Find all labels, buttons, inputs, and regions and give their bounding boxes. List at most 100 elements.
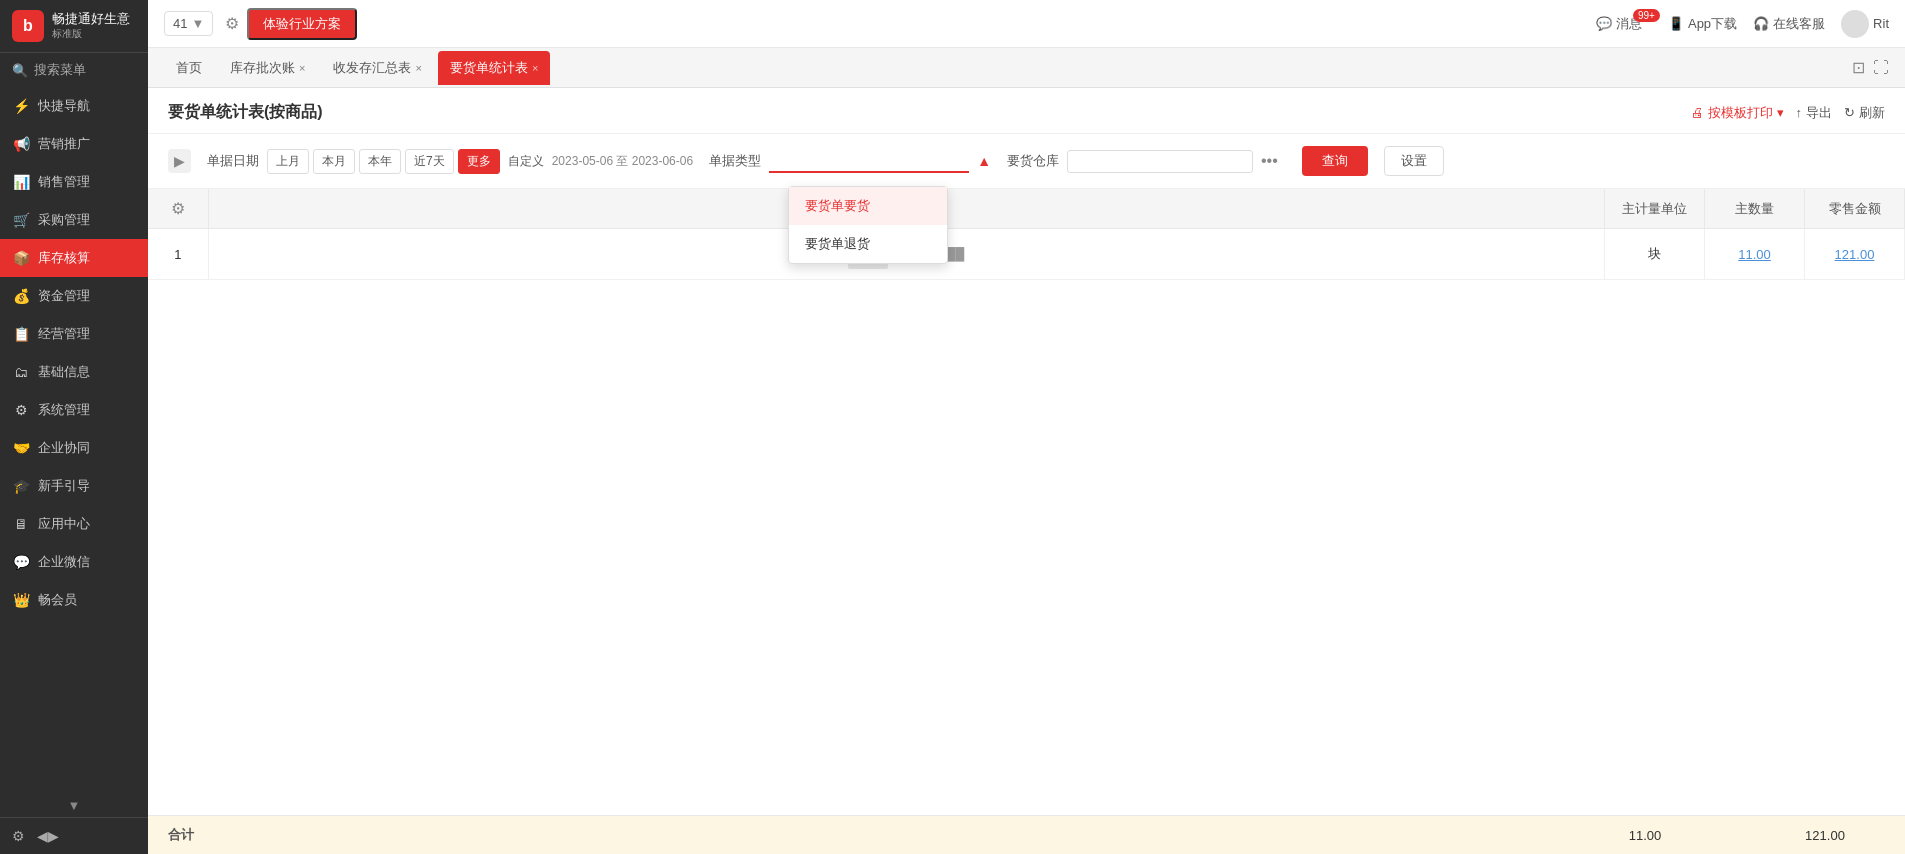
export-btn[interactable]: ↑ 导出 (1796, 104, 1833, 122)
warehouse-more-icon[interactable]: ••• (1261, 152, 1278, 170)
logo-text-area: 畅捷通好生意 标准版 (52, 11, 130, 41)
tab-restore-icon[interactable]: ⊡ (1852, 58, 1865, 77)
tabs-bar: 首页 库存批次账 × 收发存汇总表 × 要货单统计表 × ⊡ ⛶ (148, 48, 1905, 88)
tabs-right-actions: ⊡ ⛶ (1852, 58, 1889, 77)
user-avatar-area[interactable]: Rit (1841, 10, 1889, 38)
sidebar-item-basic-info[interactable]: 🗂 基础信息 (0, 353, 148, 391)
refresh-btn[interactable]: ↻ 刷新 (1844, 104, 1885, 122)
logo-icon: b (12, 10, 44, 42)
appcenter-icon: 🖥 (12, 516, 30, 532)
query-btn[interactable]: 查询 (1302, 146, 1368, 176)
main-area: 41 ▼ ⚙ 体验行业方案 💬 消息 99+ 📱 App下载 🎧 在线客服 (148, 0, 1905, 854)
table-row: 1 ████████ 块 11.00 (148, 229, 1905, 280)
app-version: 标准版 (52, 27, 130, 41)
template-print-btn[interactable]: 🖨 按模板打印 ▾ (1691, 104, 1784, 122)
vip-icon: 👑 (12, 592, 30, 608)
store-selector[interactable]: 41 ▼ (164, 11, 213, 36)
dropdown-option-1[interactable]: 要货单退货 (789, 225, 947, 263)
date-btn-this-year[interactable]: 本年 (359, 149, 401, 174)
sidebar-item-newguide[interactable]: 🎓 新手引导 (0, 467, 148, 505)
settings-btn[interactable]: ⚙ (12, 828, 25, 844)
tab-close-icon[interactable]: × (415, 62, 421, 74)
sidebar-search[interactable]: 🔍 搜索菜单 (0, 53, 148, 87)
finance-icon: 💰 (12, 288, 30, 304)
row-index: 1 (148, 229, 208, 280)
settings-filter-btn[interactable]: 设置 (1384, 146, 1444, 176)
th-unit: 主计量单位 (1605, 189, 1705, 229)
dropdown-option-0[interactable]: 要货单要货 (789, 187, 947, 225)
row-unit: 块 (1605, 229, 1705, 280)
msg-btn[interactable]: 💬 消息 99+ (1596, 15, 1652, 33)
topbar-right: 💬 消息 99+ 📱 App下载 🎧 在线客服 Rit (1596, 10, 1889, 38)
sidebar-item-quicknav[interactable]: ⚡ 快捷导航 (0, 87, 148, 125)
purchase-icon: 🛒 (12, 212, 30, 228)
type-filter-input[interactable] (769, 150, 969, 173)
warehouse-filter-group: 要货仓库 ••• (1007, 150, 1278, 173)
sidebar-item-corpwx[interactable]: 💬 企业微信 (0, 543, 148, 581)
store-dropdown-icon: ▼ (191, 16, 204, 31)
store-num: 41 (173, 16, 187, 31)
tab-close-icon[interactable]: × (532, 62, 538, 74)
row-qty: 11.00 (1705, 229, 1805, 280)
app-download-btn[interactable]: 📱 App下载 (1668, 15, 1737, 33)
table-gear-icon[interactable]: ⚙ (171, 200, 185, 217)
date-range-display: 2023-05-06 至 2023-06-06 (552, 153, 693, 170)
sidebar-item-label: 新手引导 (38, 477, 90, 495)
data-table: ⚙ 商品 主计量单位 主数量 零售金额 (148, 189, 1905, 280)
tab-receive-summary[interactable]: 收发存汇总表 × (321, 51, 433, 85)
sidebar-item-collab[interactable]: 🤝 企业协同 (0, 429, 148, 467)
date-preset-btns: 上月 本月 本年 近7天 更多 (267, 149, 500, 174)
sidebar-item-finance[interactable]: 💰 资金管理 (0, 277, 148, 315)
date-custom-btn[interactable]: 自定义 (508, 153, 544, 170)
collapse-btn[interactable]: ◀▶ (37, 828, 59, 844)
tab-home[interactable]: 首页 (164, 51, 214, 85)
footer-qty: 11.00 (1629, 828, 1662, 843)
warehouse-filter-input[interactable] (1067, 150, 1253, 173)
footer-total-label: 合计 (168, 826, 194, 844)
collab-icon: 🤝 (12, 440, 30, 456)
sidebar-item-sales[interactable]: 📊 销售管理 (0, 163, 148, 201)
footer-qty-spacer: 11.00 (1585, 828, 1705, 843)
sidebar-item-marketing[interactable]: 📢 营销推广 (0, 125, 148, 163)
tab-label: 收发存汇总表 (333, 59, 411, 77)
basic-info-icon: 🗂 (12, 364, 30, 380)
sidebar: b 畅捷通好生意 标准版 🔍 搜索菜单 ⚡ 快捷导航 📢 营销推广 📊 销售管理… (0, 0, 148, 854)
app-icon: 📱 (1668, 16, 1684, 31)
filter-expand-btn[interactable]: ▶ (168, 149, 191, 173)
tab-maximize-icon[interactable]: ⛶ (1873, 59, 1889, 77)
app-name: 畅捷通好生意 (52, 11, 130, 27)
service-icon: 🎧 (1753, 16, 1769, 31)
sidebar-item-operations[interactable]: 📋 经营管理 (0, 315, 148, 353)
service-btn[interactable]: 🎧 在线客服 (1753, 15, 1825, 33)
sidebar-item-label: 资金管理 (38, 287, 90, 305)
type-filter-arrow-icon[interactable]: ▲ (977, 153, 991, 169)
sidebar-nav: ⚡ 快捷导航 📢 营销推广 📊 销售管理 🛒 采购管理 📦 库存核算 💰 资金管… (0, 87, 148, 794)
export-icon: ↑ (1796, 105, 1803, 120)
sidebar-item-inventory[interactable]: 📦 库存核算 (0, 239, 148, 277)
tab-order-stats[interactable]: 要货单统计表 × (438, 51, 550, 85)
user-avatar (1841, 10, 1869, 38)
th-gear: ⚙ (148, 189, 208, 229)
sidebar-item-system[interactable]: ⚙ 系统管理 (0, 391, 148, 429)
type-dropdown: 要货单要货 要货单退货 (788, 186, 948, 264)
app-label: App下载 (1688, 15, 1737, 33)
sidebar-scroll-down[interactable]: ▼ (0, 794, 148, 817)
sidebar-item-label: 企业微信 (38, 553, 90, 571)
msg-icon: 💬 (1596, 16, 1612, 31)
date-btn-up-month[interactable]: 上月 (267, 149, 309, 174)
corpwx-icon: 💬 (12, 554, 30, 570)
date-btn-this-month[interactable]: 本月 (313, 149, 355, 174)
date-btn-week[interactable]: 近7天 (405, 149, 454, 174)
tab-label: 库存批次账 (230, 59, 295, 77)
sidebar-item-appcenter[interactable]: 🖥 应用中心 (0, 505, 148, 543)
sidebar-item-vip[interactable]: 👑 畅会员 (0, 581, 148, 619)
trial-btn[interactable]: 体验行业方案 (247, 8, 357, 40)
date-btn-more[interactable]: 更多 (458, 149, 500, 174)
footer-amount: 121.00 (1805, 828, 1845, 843)
marketing-icon: 📢 (12, 136, 30, 152)
sidebar-item-purchase[interactable]: 🛒 采购管理 (0, 201, 148, 239)
tab-inventory-batch[interactable]: 库存批次账 × (218, 51, 317, 85)
date-filter-group: 单据日期 上月 本月 本年 近7天 更多 自定义 2023-05-06 至 20… (207, 149, 693, 174)
topbar-gear-icon[interactable]: ⚙ (225, 14, 239, 33)
tab-close-icon[interactable]: × (299, 62, 305, 74)
